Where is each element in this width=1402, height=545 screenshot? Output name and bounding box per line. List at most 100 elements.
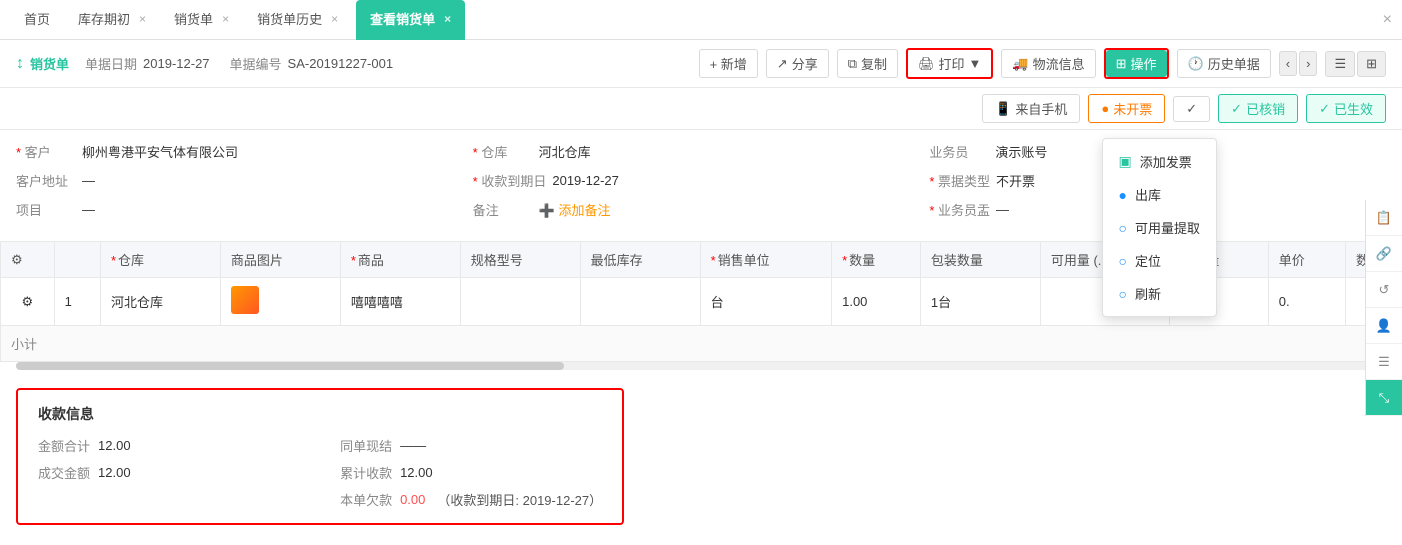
subtotal-row: 小计 xyxy=(1,326,1402,362)
tab-view-sales-close[interactable]: × xyxy=(444,12,451,26)
prev-button[interactable]: ‹ xyxy=(1279,51,1297,76)
warehouse-field: 仓库 河北仓库 xyxy=(473,142,930,161)
row-settings[interactable]: ⚙ xyxy=(1,278,55,326)
history-button[interactable]: 🕐 历史单据 xyxy=(1177,49,1271,78)
due-date-value: 2019-12-27 xyxy=(552,173,619,188)
ticket-type-value: 不开票 xyxy=(996,171,1035,190)
tab-view-sales-label: 查看销货单 xyxy=(370,9,435,28)
tab-sales-history-close[interactable]: × xyxy=(331,12,338,26)
sidebar-icon-expand[interactable]: ⤡ xyxy=(1366,380,1402,416)
address-value: — xyxy=(82,173,95,188)
sidebar-icon-user[interactable]: 👤 xyxy=(1366,308,1402,344)
invoice-icon: ● xyxy=(1101,101,1109,116)
plus-icon: ➕ xyxy=(539,203,555,218)
share-button[interactable]: ↗ 分享 xyxy=(766,49,829,78)
this-order-owed-value: 0.00 xyxy=(400,492,425,507)
total-amount-value: 12.00 xyxy=(98,438,131,453)
from-phone-label: 来自手机 xyxy=(1015,99,1067,118)
dropdown-refresh[interactable]: ○ 刷新 xyxy=(1103,277,1216,310)
tab-sales-history[interactable]: 销货单历史 × xyxy=(243,0,352,40)
ticket-type-label: 票据类型 xyxy=(929,171,990,190)
logistics-button[interactable]: 🚚 物流信息 xyxy=(1001,49,1095,78)
ops-icon: ⊞ xyxy=(1116,56,1127,72)
sidebar-icon-link[interactable]: 🔗 xyxy=(1366,236,1402,272)
tab-inventory-init-close[interactable]: × xyxy=(139,12,146,26)
print-dropdown-icon: ▼ xyxy=(969,56,982,71)
payment-title: 收款信息 xyxy=(38,404,602,424)
tab-view-sales[interactable]: 查看销货单 × xyxy=(356,0,465,40)
customer-value: 柳州粤港平安气体有限公司 xyxy=(82,142,238,161)
dropdown-available-pickup[interactable]: ○ 可用量提取 xyxy=(1103,211,1216,244)
row-num: 1 xyxy=(54,278,100,326)
payment-grid: 金额合计 12.00 同单现结 —— 成交金额 12.00 累计收款 12.00… xyxy=(38,436,602,509)
copy-button[interactable]: ⧉ 复制 xyxy=(837,49,898,78)
staff-label: 业务员 xyxy=(929,142,989,161)
table-scrollbar[interactable] xyxy=(16,362,1386,370)
effective-label: 已生效 xyxy=(1334,99,1373,118)
share-icon: ↗ xyxy=(777,56,788,72)
window-close-button[interactable]: × xyxy=(1383,11,1392,29)
add-note-button[interactable]: ➕ 添加备注 xyxy=(539,200,611,219)
col-warehouse: *仓库 xyxy=(100,242,220,278)
tab-sales-order[interactable]: 销货单 × xyxy=(160,0,243,40)
total-amount-label: 金额合计 xyxy=(38,436,90,455)
sidebar-icon-list[interactable]: ☰ xyxy=(1366,344,1402,380)
nav-arrows: ‹ › xyxy=(1279,51,1318,76)
outbound-label: 出库 xyxy=(1135,185,1161,204)
row-warehouse: 河北仓库 xyxy=(100,278,220,326)
grid-view-button[interactable]: ⊞ xyxy=(1357,51,1386,77)
operations-dropdown: ▣ 添加发票 ● 出库 ○ 可用量提取 ○ 定位 ○ 刷新 xyxy=(1102,138,1217,317)
note-field: 备注 ➕ 添加备注 xyxy=(473,200,930,219)
tab-sales-order-label: 销货单 xyxy=(174,9,213,28)
warehouse-value: 河北仓库 xyxy=(539,142,591,161)
dropdown-outbound[interactable]: ● 出库 xyxy=(1103,178,1216,211)
customer-label: 客户 xyxy=(16,142,76,161)
confirm-button[interactable]: ✓ xyxy=(1173,96,1210,122)
col-sales-unit: *销售单位 xyxy=(700,242,832,278)
deal-amount-item: 成交金额 12.00 xyxy=(38,463,300,482)
col-quantity: *数量 xyxy=(832,242,921,278)
due-date-label: 收款到期日 xyxy=(473,171,547,190)
tab-home-label: 首页 xyxy=(24,9,50,28)
doc-number-field: 单据编号 SA-20191227-001 xyxy=(230,54,394,73)
list-view-button[interactable]: ☰ xyxy=(1325,51,1355,77)
dropdown-locate[interactable]: ○ 定位 xyxy=(1103,244,1216,277)
sidebar-icon-clipboard[interactable]: 📋 xyxy=(1366,200,1402,236)
not-open-button[interactable]: ● 未开票 xyxy=(1088,94,1165,123)
row-unit-price: 0. xyxy=(1268,278,1345,326)
payment-box: 收款信息 金额合计 12.00 同单现结 —— 成交金额 12.00 累计收款 … xyxy=(16,388,624,525)
col-min-stock: 最低库存 xyxy=(580,242,700,278)
cumulative-receipt-value: 12.00 xyxy=(400,465,433,480)
tab-inventory-init[interactable]: 库存期初 × xyxy=(64,0,160,40)
add-button[interactable]: + 新增 xyxy=(699,49,758,78)
print-label: 打印 xyxy=(939,54,965,73)
available-pickup-label: 可用量提取 xyxy=(1135,218,1200,237)
address-field: 客户地址 — xyxy=(16,171,473,190)
cumulative-receipt-item: 累计收款 12.00 xyxy=(340,463,602,482)
col-settings[interactable]: ⚙ xyxy=(1,242,55,278)
ops-highlight-box: ⊞ 操作 xyxy=(1104,48,1169,79)
print-button[interactable]: 🖨 打印 ▼ xyxy=(906,48,993,79)
operations-button[interactable]: ⊞ 操作 xyxy=(1106,50,1167,77)
from-phone-button[interactable]: 📱 来自手机 xyxy=(982,94,1080,123)
customer-field: 客户 柳州粤港平安气体有限公司 xyxy=(16,142,473,161)
col-product-image: 商品图片 xyxy=(220,242,340,278)
warehouse-label: 仓库 xyxy=(473,142,533,161)
same-order-settle-label: 同单现结 xyxy=(340,436,392,455)
verified-icon: ✓ xyxy=(1231,101,1242,117)
tab-sales-order-close[interactable]: × xyxy=(222,12,229,26)
doc-type-label: 销货单 xyxy=(30,54,69,73)
sidebar-icon-refresh[interactable]: ↺ xyxy=(1366,272,1402,308)
dropdown-add-invoice[interactable]: ▣ 添加发票 xyxy=(1103,145,1216,178)
add-invoice-icon: ▣ xyxy=(1119,153,1132,170)
doc-header: ↕ 销货单 单据日期 2019-12-27 单据编号 SA-20191227-0… xyxy=(0,40,1402,88)
next-button[interactable]: › xyxy=(1299,51,1317,76)
scrollbar-thumb[interactable] xyxy=(16,362,564,370)
col-pack-qty: 包装数量 xyxy=(920,242,1040,278)
tab-home[interactable]: 首页 xyxy=(10,0,64,40)
col-spec: 规格型号 xyxy=(460,242,580,278)
history-label: 历史单据 xyxy=(1208,54,1260,73)
doc-title: ↕ 销货单 xyxy=(16,54,69,73)
effective-icon: ✓ xyxy=(1319,101,1330,117)
project-label: 项目 xyxy=(16,200,76,219)
